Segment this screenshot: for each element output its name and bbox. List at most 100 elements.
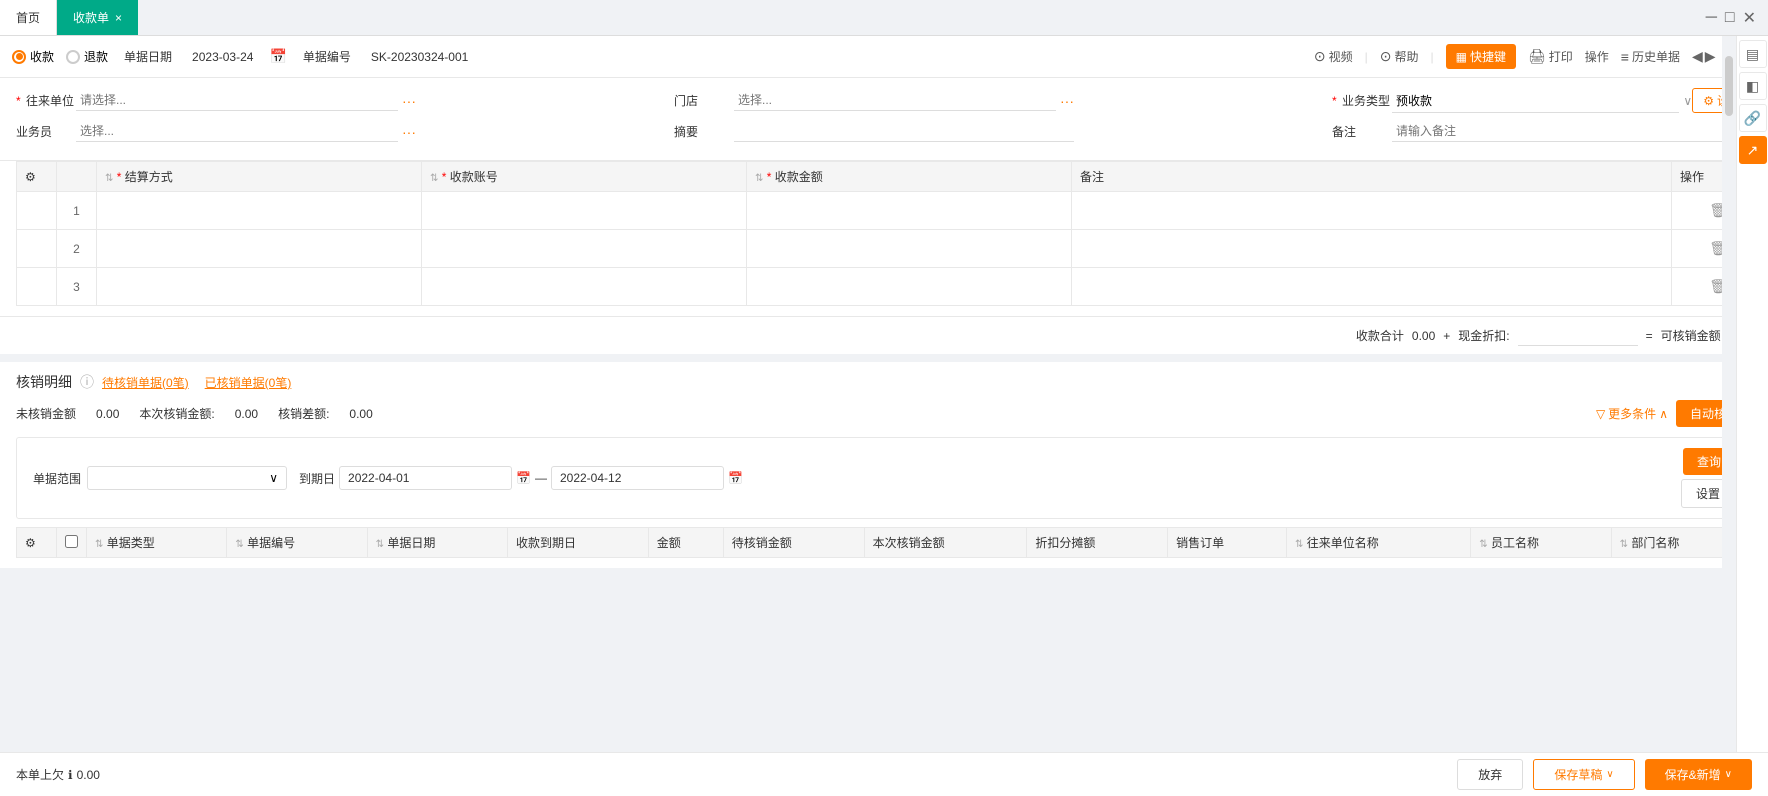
next-arrow[interactable]: ▶ [1705, 48, 1716, 65]
print-link[interactable]: 🖨 打印 [1528, 48, 1573, 65]
help-icon: ⊙ [1380, 48, 1392, 65]
td-settlement-2[interactable] [97, 230, 422, 268]
eq-sign: = [1646, 329, 1653, 343]
customer-label: * 往来单位 [16, 92, 76, 109]
sidebar-table-icon[interactable]: ▤ [1739, 40, 1767, 68]
date-to-input[interactable] [551, 466, 724, 490]
total-value: 0.00 [1412, 329, 1435, 343]
form-row-2: 业务员 ··· 摘要 备注 [16, 121, 1752, 142]
date-from-input[interactable] [339, 466, 512, 490]
table-gear-header[interactable]: ⚙ [17, 162, 57, 192]
date-from-icon[interactable]: 📅 [516, 471, 531, 485]
customer-input[interactable] [76, 90, 398, 111]
date-to-icon[interactable]: 📅 [728, 471, 743, 485]
summary-input[interactable] [734, 121, 1074, 142]
diff-label: 核销差额: [278, 405, 329, 422]
td-amount-3[interactable] [747, 268, 1072, 306]
pending-tab[interactable]: 待核销单据(0笔) [102, 374, 189, 391]
video-icon: ⊙ [1314, 48, 1326, 65]
shortcut-btn[interactable]: ▦ 快捷键 [1446, 44, 1516, 69]
footer-info-icon[interactable]: ℹ [68, 768, 73, 782]
remark-field: 备注 [1332, 121, 1752, 142]
scrollbar-thumb[interactable] [1725, 56, 1733, 116]
radio-refund-dot [66, 50, 80, 64]
th-due-date: 收款到期日 [507, 528, 648, 558]
filter-icon: ▽ [1596, 407, 1605, 421]
current-label: 本次核销金额: [139, 405, 214, 422]
remark-input[interactable] [1392, 121, 1752, 142]
prev-arrow[interactable]: ◀ [1692, 48, 1703, 65]
info-icon[interactable]: ⓘ [80, 372, 94, 392]
calendar-icon[interactable]: 📅 [269, 48, 286, 65]
td-settlement-1[interactable] [97, 192, 422, 230]
date-label: 到期日 [299, 470, 335, 487]
select-all-checkbox[interactable] [65, 535, 78, 548]
bottom-gear-header[interactable]: ⚙ [17, 528, 57, 558]
footer-local-value: 0.00 [77, 768, 100, 782]
td-remark-3[interactable] [1072, 268, 1672, 306]
range-select[interactable]: ∨ [87, 466, 287, 490]
table-row: 1 🗑 ⧉ [17, 192, 1752, 230]
history-icon: ≡ [1621, 49, 1629, 65]
radio-receipt[interactable]: 收款 [12, 48, 54, 65]
nav-arrows: ◀ ▶ [1692, 48, 1716, 65]
td-gear-3 [17, 268, 57, 306]
abandon-btn[interactable]: 放弃 [1457, 759, 1523, 790]
customer-field: * 往来单位 ··· [16, 90, 416, 111]
staff-more-btn[interactable]: ··· [402, 124, 416, 140]
scrollbar-area[interactable] [1722, 36, 1736, 752]
date-field: 单据日期 2023-03-24 📅 [124, 48, 287, 65]
sidebar-expand-icon[interactable]: ↗ [1739, 136, 1767, 164]
th-current: 本次核销金额 [864, 528, 1027, 558]
td-amount-1[interactable] [747, 192, 1072, 230]
history-link[interactable]: ≡ 历史单据 [1621, 48, 1680, 65]
tab-links: 待核销单据(0笔) 已核销单据(0笔) [102, 374, 291, 391]
td-settlement-3[interactable] [97, 268, 422, 306]
td-num-2: 2 [57, 230, 97, 268]
more-conditions-btn[interactable]: ▽ 更多条件 ∧ [1596, 405, 1668, 422]
sidebar-link-icon[interactable]: 🔗 [1739, 104, 1767, 132]
footer-bar: 本单上欠 ℹ 0.00 放弃 保存草稿 ∨ 保存&新增 ∨ [0, 752, 1768, 796]
toolbar-actions: ⊙ 视频 | ⊙ 帮助 | ▦ 快捷键 🖨 打印 操作 ≡ 历史单据 ◀ ▶ ≡ [1314, 44, 1756, 69]
td-remark-1[interactable] [1072, 192, 1672, 230]
save-new-btn[interactable]: 保存&新增 ∨ [1645, 759, 1752, 790]
tab-home[interactable]: 首页 [0, 0, 57, 35]
discount-input[interactable] [1518, 325, 1638, 346]
save-new-label: 保存&新增 [1665, 766, 1721, 783]
close-icon[interactable]: ✕ [1743, 8, 1756, 28]
minimize-icon[interactable]: ─ [1706, 9, 1717, 27]
th-row-num [57, 162, 97, 192]
store-more-btn[interactable]: ··· [1060, 93, 1074, 109]
tab-close-icon[interactable]: × [115, 11, 122, 25]
filter-row: 单据范围 ∨ 到期日 📅 — 📅 查询 设置 [16, 437, 1752, 519]
done-tab[interactable]: 已核销单据(0笔) [205, 374, 292, 391]
tab-home-label: 首页 [16, 9, 40, 26]
tab-bar: 首页 收款单 × ─ □ ✕ [0, 0, 1768, 36]
td-account-3[interactable] [422, 268, 747, 306]
save-draft-btn[interactable]: 保存草稿 ∨ [1533, 759, 1634, 790]
maximize-icon[interactable]: □ [1725, 9, 1735, 27]
video-link[interactable]: ⊙ 视频 [1314, 48, 1353, 65]
staff-input[interactable] [76, 121, 398, 142]
business-chevron-icon[interactable]: ∨ [1683, 94, 1692, 108]
number-label: 单据编号 [303, 48, 351, 65]
help-link[interactable]: ⊙ 帮助 [1380, 48, 1419, 65]
verification-table: ⚙ ⇅ 单据类型 ⇅ 单据编号 ⇅ 单据日期 [16, 527, 1752, 558]
th-pending: 待核销金额 [723, 528, 864, 558]
operate-link[interactable]: 操作 [1585, 48, 1609, 65]
shortcut-icon: ▦ [1456, 50, 1467, 64]
store-input[interactable] [734, 90, 1056, 111]
td-account-1[interactable] [422, 192, 747, 230]
td-account-2[interactable] [422, 230, 747, 268]
tab-receipt[interactable]: 收款单 × [57, 0, 138, 35]
customer-more-btn[interactable]: ··· [402, 93, 416, 109]
store-label: 门店 [674, 92, 734, 109]
radio-group: 收款 退款 [12, 48, 108, 65]
range-chevron-icon: ∨ [269, 471, 278, 485]
help-label: 帮助 [1394, 48, 1418, 65]
td-remark-2[interactable] [1072, 230, 1672, 268]
save-draft-arrow: ∨ [1606, 769, 1613, 780]
sidebar-panel-icon[interactable]: ◧ [1739, 72, 1767, 100]
radio-refund[interactable]: 退款 [66, 48, 108, 65]
td-amount-2[interactable] [747, 230, 1072, 268]
